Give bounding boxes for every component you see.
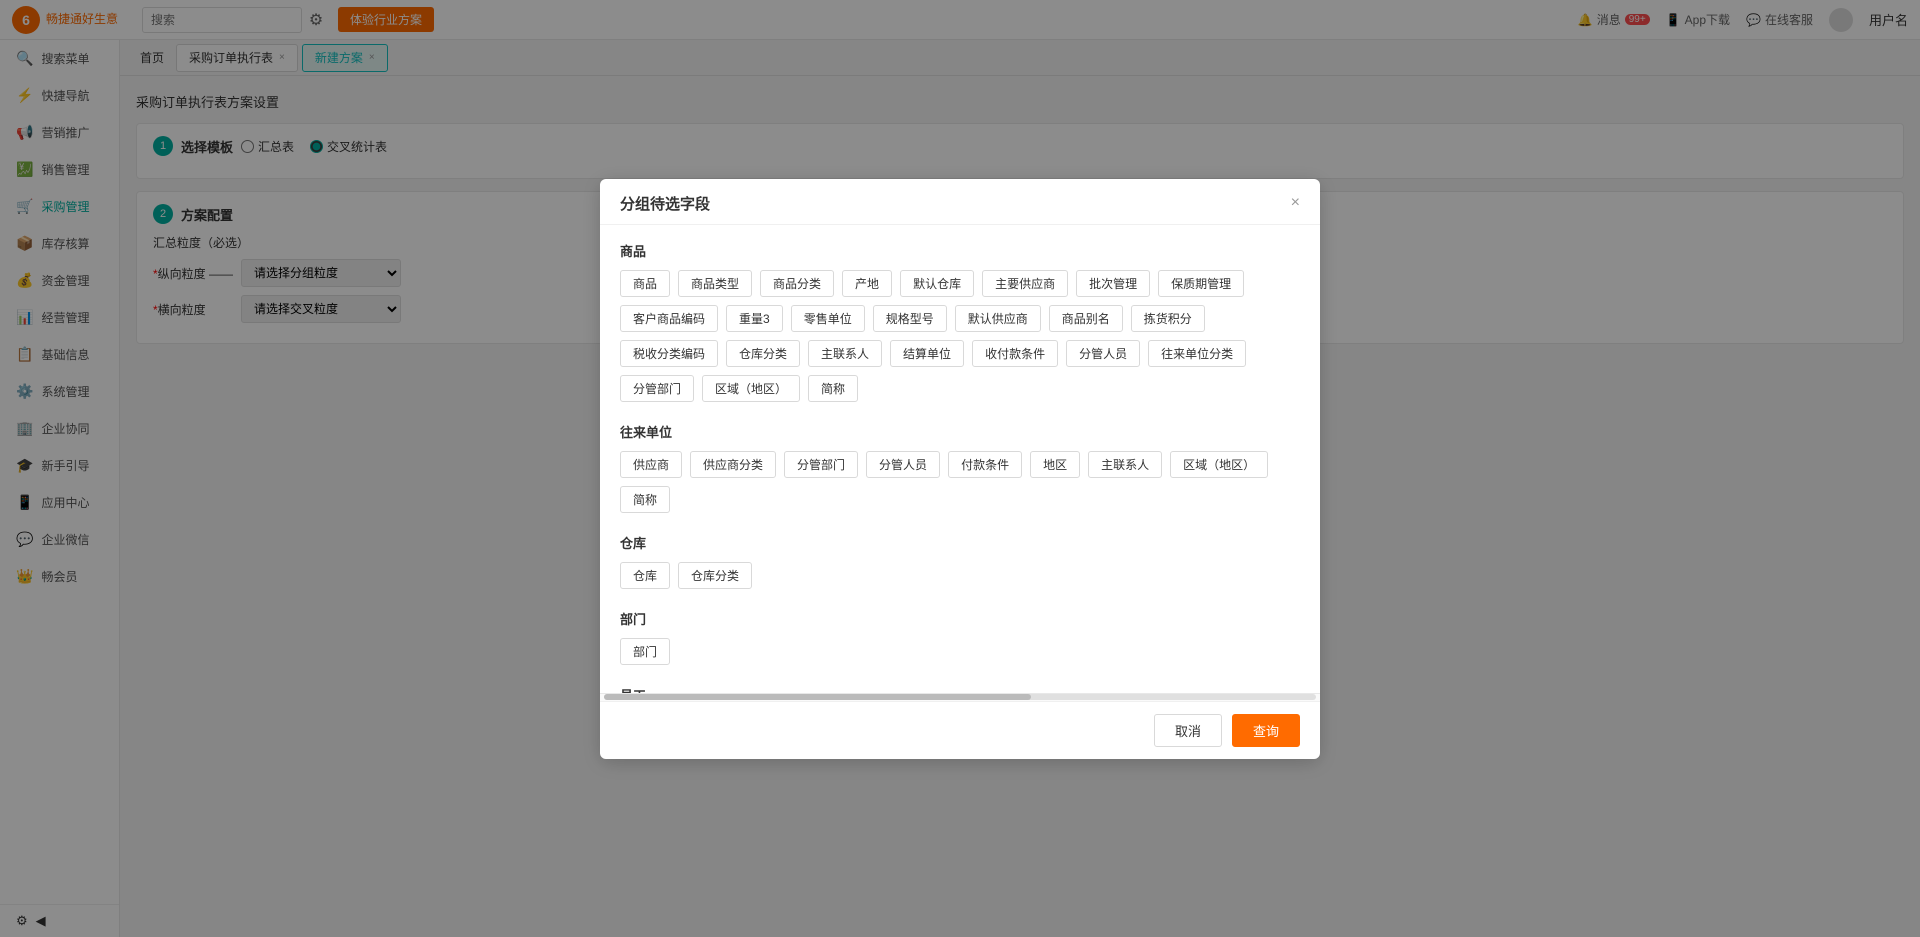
field-tag-goods-8[interactable]: 保质期管理 xyxy=(1158,270,1244,297)
field-group-warehouse-title: 仓库 xyxy=(620,533,1300,552)
field-tag-goods-21[interactable]: 分管人员 xyxy=(1066,340,1140,367)
field-tag-dept-1[interactable]: 部门 xyxy=(620,638,670,665)
field-tag-warehouse-2[interactable]: 仓库分类 xyxy=(678,562,752,589)
field-tag-goods-9[interactable]: 客户商品编码 xyxy=(620,305,718,332)
modal-close-button[interactable]: × xyxy=(1291,194,1300,212)
modal-overlay: 分组待选字段 × 商品 商品 商品类型 商品分类 产地 默认仓库 主要供应商 批… xyxy=(0,0,1920,937)
modal-hscroll xyxy=(600,693,1320,701)
field-tag-goods-13[interactable]: 默认供应商 xyxy=(955,305,1041,332)
field-tags-warehouse: 仓库 仓库分类 xyxy=(620,562,1300,589)
cancel-button[interactable]: 取消 xyxy=(1154,714,1222,747)
field-tag-goods-24[interactable]: 区域（地区） xyxy=(702,375,800,402)
field-tag-partner-4[interactable]: 分管人员 xyxy=(866,451,940,478)
field-tags-goods: 商品 商品类型 商品分类 产地 默认仓库 主要供应商 批次管理 保质期管理 客户… xyxy=(620,270,1300,402)
field-tag-goods-2[interactable]: 商品类型 xyxy=(678,270,752,297)
field-group-goods-title: 商品 xyxy=(620,241,1300,260)
field-tag-goods-12[interactable]: 规格型号 xyxy=(873,305,947,332)
field-tag-goods-17[interactable]: 仓库分类 xyxy=(726,340,800,367)
field-group-warehouse: 仓库 仓库 仓库分类 xyxy=(620,533,1300,589)
modal-header: 分组待选字段 × xyxy=(600,179,1320,225)
field-group-dept-title: 部门 xyxy=(620,609,1300,628)
field-tags-dept: 部门 xyxy=(620,638,1300,665)
field-tag-warehouse-1[interactable]: 仓库 xyxy=(620,562,670,589)
field-tag-partner-7[interactable]: 主联系人 xyxy=(1088,451,1162,478)
field-tag-goods-6[interactable]: 主要供应商 xyxy=(982,270,1068,297)
field-tag-partner-6[interactable]: 地区 xyxy=(1030,451,1080,478)
field-group-employee: 员工 业务员 xyxy=(620,685,1300,693)
field-tag-goods-5[interactable]: 默认仓库 xyxy=(900,270,974,297)
field-tag-goods-10[interactable]: 重量3 xyxy=(726,305,783,332)
field-tag-goods-18[interactable]: 主联系人 xyxy=(808,340,882,367)
field-tag-partner-9[interactable]: 简称 xyxy=(620,486,670,513)
field-tag-goods-20[interactable]: 收付款条件 xyxy=(972,340,1058,367)
field-group-partner-title: 往来单位 xyxy=(620,422,1300,441)
modal-footer: 取消 查询 xyxy=(600,701,1320,759)
field-group-partner: 往来单位 供应商 供应商分类 分管部门 分管人员 付款条件 地区 主联系人 区域… xyxy=(620,422,1300,513)
field-tag-partner-1[interactable]: 供应商 xyxy=(620,451,682,478)
field-tag-goods-23[interactable]: 分管部门 xyxy=(620,375,694,402)
field-tag-goods-3[interactable]: 商品分类 xyxy=(760,270,834,297)
field-tag-partner-3[interactable]: 分管部门 xyxy=(784,451,858,478)
field-tag-goods-25[interactable]: 简称 xyxy=(808,375,858,402)
field-select-modal: 分组待选字段 × 商品 商品 商品类型 商品分类 产地 默认仓库 主要供应商 批… xyxy=(600,179,1320,759)
field-tag-partner-2[interactable]: 供应商分类 xyxy=(690,451,776,478)
field-group-employee-title: 员工 xyxy=(620,685,1300,693)
field-tag-goods-1[interactable]: 商品 xyxy=(620,270,670,297)
confirm-button[interactable]: 查询 xyxy=(1232,714,1300,747)
field-tag-goods-11[interactable]: 零售单位 xyxy=(791,305,865,332)
field-tag-goods-22[interactable]: 往来单位分类 xyxy=(1148,340,1246,367)
field-tag-goods-14[interactable]: 商品别名 xyxy=(1049,305,1123,332)
field-tag-goods-4[interactable]: 产地 xyxy=(842,270,892,297)
field-tag-goods-15[interactable]: 拣货积分 xyxy=(1131,305,1205,332)
field-group-dept: 部门 部门 xyxy=(620,609,1300,665)
field-tags-partner: 供应商 供应商分类 分管部门 分管人员 付款条件 地区 主联系人 区域（地区） … xyxy=(620,451,1300,513)
field-tag-goods-16[interactable]: 税收分类编码 xyxy=(620,340,718,367)
modal-body: 商品 商品 商品类型 商品分类 产地 默认仓库 主要供应商 批次管理 保质期管理… xyxy=(600,225,1320,693)
modal-title: 分组待选字段 xyxy=(620,193,710,214)
field-tag-goods-19[interactable]: 结算单位 xyxy=(890,340,964,367)
field-tag-partner-5[interactable]: 付款条件 xyxy=(948,451,1022,478)
field-tag-partner-8[interactable]: 区域（地区） xyxy=(1170,451,1268,478)
field-tag-goods-7[interactable]: 批次管理 xyxy=(1076,270,1150,297)
field-group-goods: 商品 商品 商品类型 商品分类 产地 默认仓库 主要供应商 批次管理 保质期管理… xyxy=(620,241,1300,402)
